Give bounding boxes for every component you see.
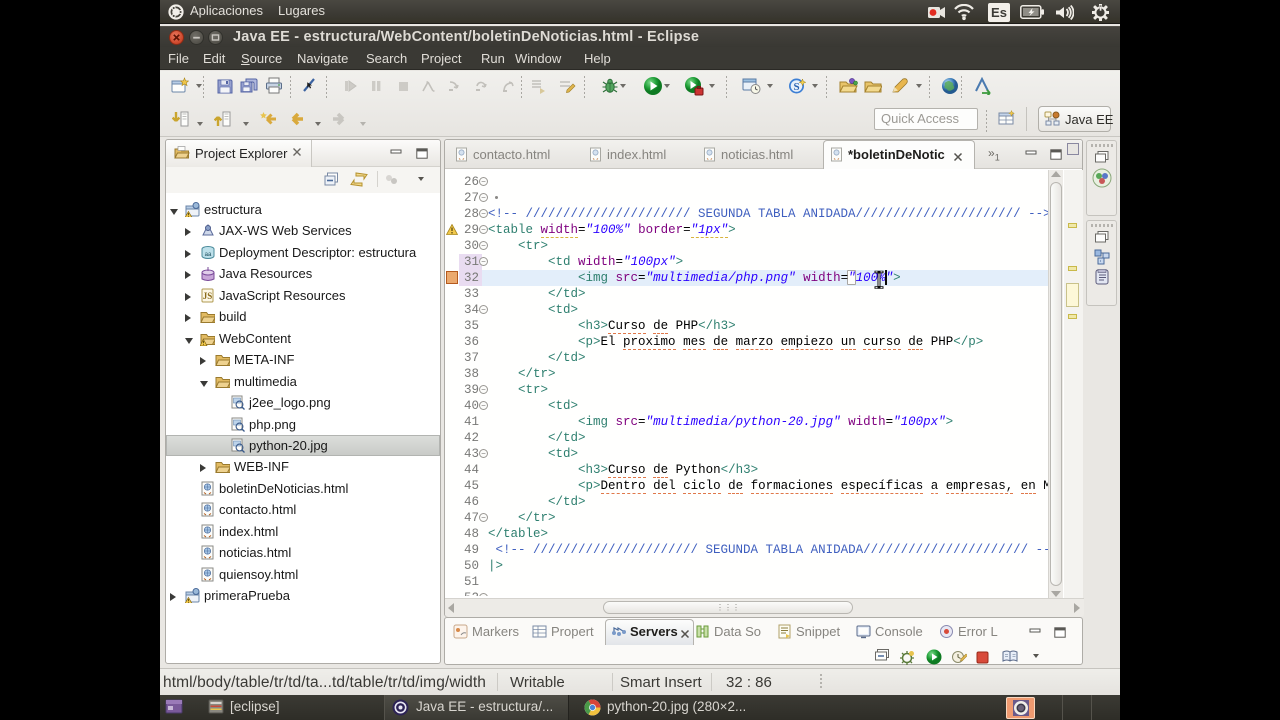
svg-text:JS: JS <box>203 291 213 301</box>
svg-text:S: S <box>793 81 799 93</box>
svg-text:aa: aa <box>205 252 212 258</box>
